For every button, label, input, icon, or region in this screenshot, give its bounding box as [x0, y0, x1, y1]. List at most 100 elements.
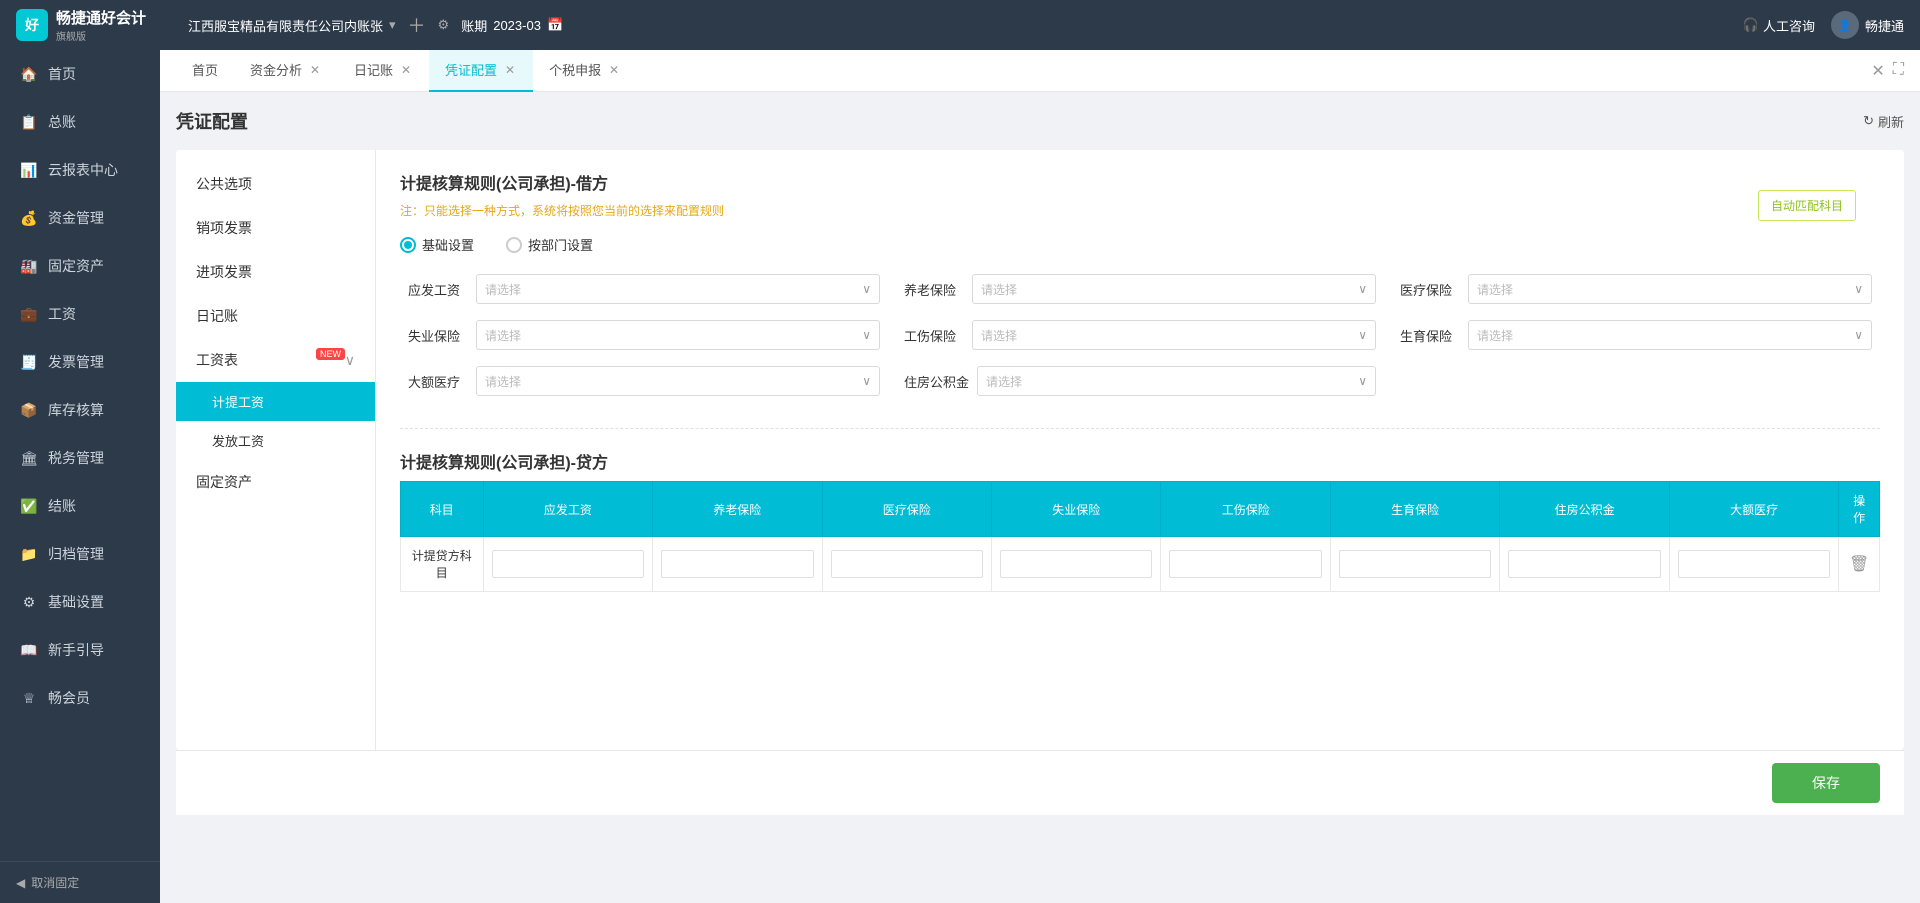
- input-birth[interactable]: [1339, 550, 1491, 578]
- section-divider: [400, 428, 1880, 429]
- left-nav-fixed-asset[interactable]: 固定资产: [176, 460, 375, 504]
- refresh-button[interactable]: ↻ 刷新: [1863, 112, 1904, 131]
- left-nav-payroll-table[interactable]: 工资表 NEW ∨: [176, 338, 375, 382]
- tab-close-all-icon[interactable]: ✕: [1871, 61, 1884, 81]
- cancel-fixed-label: 取消固定: [31, 874, 79, 891]
- left-nav-public[interactable]: 公共选项: [176, 162, 375, 206]
- radio-basic-settings[interactable]: 基础设置: [400, 235, 474, 254]
- sidebar-item-ledger[interactable]: 📋 总账: [0, 98, 160, 146]
- add-tab-button[interactable]: ＋: [408, 12, 426, 38]
- th-birth: 生育保险: [1330, 482, 1499, 537]
- save-button[interactable]: 保存: [1772, 763, 1880, 803]
- delete-row-button[interactable]: 🗑: [1849, 556, 1869, 573]
- sidebar-item-member[interactable]: ♕ 畅会员: [0, 674, 160, 722]
- unemployment-arrow: ∨: [862, 328, 871, 342]
- sidebar-label-member: 畅会员: [48, 688, 90, 708]
- birth-select[interactable]: 请选择 ∨: [1468, 320, 1872, 350]
- left-nav-sales-invoice[interactable]: 销项发票: [176, 206, 375, 250]
- tab-fund-analysis[interactable]: 资金分析 ✕: [234, 50, 338, 92]
- service-button[interactable]: 🎧 人工咨询: [1743, 16, 1815, 35]
- gross-salary-label: 应发工资: [408, 280, 468, 299]
- sidebar-item-salary[interactable]: 💼 工资: [0, 290, 160, 338]
- big-medical-select[interactable]: 请选择 ∨: [476, 366, 880, 396]
- company-name: 江西服宝精品有限责任公司内账张: [188, 16, 383, 35]
- new-badge: NEW: [316, 348, 345, 360]
- unemployment-select[interactable]: 请选择 ∨: [476, 320, 880, 350]
- input-housing[interactable]: [1508, 550, 1660, 578]
- topbar-right: 🎧 人工咨询 👤 畅捷通: [1743, 11, 1904, 39]
- sidebar: 🏠 首页 📋 总账 📊 云报表中心 💰 资金管理 🏭 固定资产 💼 工资 🧾 发…: [0, 50, 160, 903]
- input-gross[interactable]: [492, 550, 644, 578]
- input-big-medical[interactable]: [1678, 550, 1830, 578]
- housing-fund-select[interactable]: 请选择 ∨: [977, 366, 1376, 396]
- left-nav-pay-salary[interactable]: 发放工资: [176, 421, 375, 460]
- logo-area: 好 畅捷通好会计 旗舰版: [16, 7, 176, 43]
- sidebar-item-guide[interactable]: 📖 新手引导: [0, 626, 160, 674]
- sidebar-item-fund[interactable]: 💰 资金管理: [0, 194, 160, 242]
- pin-icon: ◀: [16, 876, 25, 890]
- work-injury-select[interactable]: 请选择 ∨: [972, 320, 1376, 350]
- radio-dept-label: 按部门设置: [528, 235, 593, 254]
- th-pension: 养老保险: [653, 482, 822, 537]
- gross-salary-select[interactable]: 请选择 ∨: [476, 274, 880, 304]
- tab-fund-analysis-close[interactable]: ✕: [308, 63, 322, 77]
- tab-journal-close[interactable]: ✕: [399, 63, 413, 77]
- sidebar-item-inventory[interactable]: 📦 库存核算: [0, 386, 160, 434]
- left-nav-journal[interactable]: 日记账: [176, 294, 375, 338]
- pension-placeholder: 请选择: [981, 281, 1017, 298]
- left-nav-accrual-salary[interactable]: 计提工资: [176, 382, 375, 421]
- left-nav: 公共选项 销项发票 进项发票 日记账 工资表 NEW: [176, 150, 376, 750]
- service-label: 人工咨询: [1763, 16, 1815, 35]
- tab-home-label: 首页: [192, 60, 218, 79]
- user-menu[interactable]: 👤 畅捷通: [1831, 11, 1904, 39]
- tab-journal[interactable]: 日记账 ✕: [338, 50, 429, 92]
- tab-voucher-config[interactable]: 凭证配置 ✕: [429, 50, 533, 92]
- save-bar: 保存: [176, 750, 1904, 815]
- company-select[interactable]: 江西服宝精品有限责任公司内账张 ▾: [188, 16, 396, 35]
- tab-voucher-config-close[interactable]: ✕: [503, 63, 517, 77]
- form-item-birth: 生育保险 请选择 ∨: [1400, 320, 1872, 350]
- calendar-icon[interactable]: 📅: [547, 17, 563, 33]
- sidebar-item-report[interactable]: 📊 云报表中心: [0, 146, 160, 194]
- sidebar-item-home[interactable]: 🏠 首页: [0, 50, 160, 98]
- input-unemployment[interactable]: [1000, 550, 1152, 578]
- sidebar-item-asset[interactable]: 🏭 固定资产: [0, 242, 160, 290]
- debit-auto-match-button[interactable]: 自动匹配科目: [1758, 190, 1856, 221]
- tax-icon: 🏛: [20, 449, 38, 467]
- sidebar-label-fund: 资金管理: [48, 208, 104, 228]
- tab-fund-analysis-label: 资金分析: [250, 60, 302, 79]
- asset-icon: 🏭: [20, 257, 38, 275]
- sidebar-label-asset: 固定资产: [48, 256, 104, 276]
- radio-by-dept[interactable]: 按部门设置: [506, 235, 593, 254]
- input-pension[interactable]: [661, 550, 813, 578]
- td-pension-val: [653, 537, 822, 592]
- left-nav-purchase-invoice[interactable]: 进项发票: [176, 250, 375, 294]
- settings-icon[interactable]: ⚙: [438, 17, 450, 33]
- pension-select[interactable]: 请选择 ∨: [972, 274, 1376, 304]
- sidebar-item-settings[interactable]: ⚙ 基础设置: [0, 578, 160, 626]
- birth-placeholder: 请选择: [1477, 327, 1513, 344]
- sidebar-item-closeaccount[interactable]: ✅ 结账: [0, 482, 160, 530]
- sidebar-item-archive[interactable]: 📁 归档管理: [0, 530, 160, 578]
- sidebar-item-tax[interactable]: 🏛 税务管理: [0, 434, 160, 482]
- medical-select[interactable]: 请选择 ∨: [1468, 274, 1872, 304]
- tab-home[interactable]: 首页: [176, 50, 234, 92]
- tab-tax-declare[interactable]: 个税申报 ✕: [533, 50, 637, 92]
- logo-text-group: 畅捷通好会计 旗舰版: [56, 7, 146, 43]
- sidebar-label-guide: 新手引导: [48, 640, 104, 660]
- tab-expand-icon[interactable]: ⛶: [1893, 61, 1904, 81]
- input-work-injury[interactable]: [1169, 550, 1321, 578]
- tab-tax-declare-close[interactable]: ✕: [607, 63, 621, 77]
- td-work-injury-val: [1161, 537, 1330, 592]
- sidebar-item-invoice[interactable]: 🧾 发票管理: [0, 338, 160, 386]
- report-icon: 📊: [20, 161, 38, 179]
- left-nav-payroll-table-label: 工资表: [196, 350, 238, 370]
- input-medical[interactable]: [831, 550, 983, 578]
- cancel-fixed-button[interactable]: ◀ 取消固定: [0, 861, 160, 903]
- radio-dept-circle: [506, 237, 522, 253]
- ledger-icon: 📋: [20, 113, 38, 131]
- tab-actions: ✕ ⛶: [1871, 61, 1904, 81]
- td-subject-label: 计提贷方科目: [401, 537, 484, 592]
- th-housing: 住房公积金: [1500, 482, 1669, 537]
- topbar: 好 畅捷通好会计 旗舰版 江西服宝精品有限责任公司内账张 ▾ ＋ ⚙ 账期 20…: [0, 0, 1920, 50]
